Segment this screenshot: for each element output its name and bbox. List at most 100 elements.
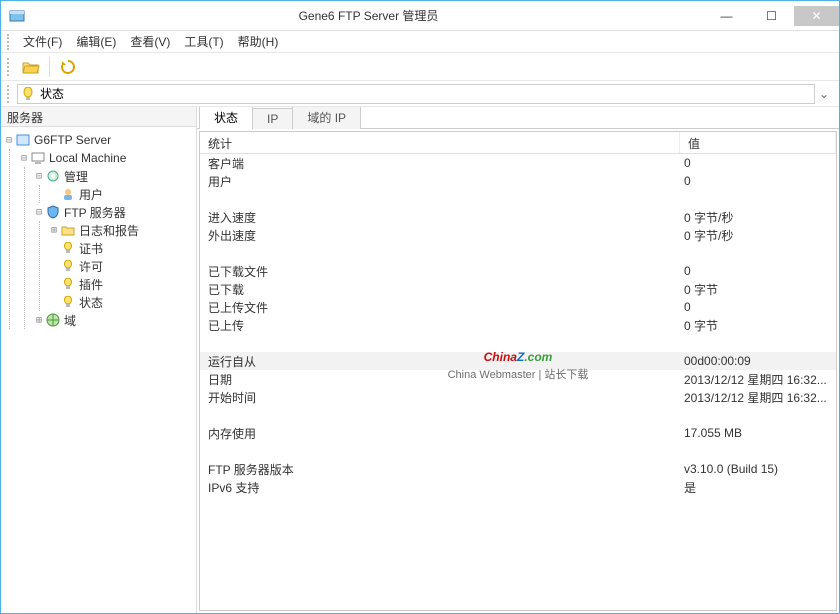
menubar: 文件(F) 编辑(E) 查看(V) 工具(T) 帮助(H) <box>1 31 839 53</box>
stat-key: 外出速度 <box>200 227 680 244</box>
list-row[interactable] <box>200 406 836 424</box>
menu-edit[interactable]: 编辑(E) <box>70 31 122 52</box>
menu-view[interactable]: 查看(V) <box>124 31 176 52</box>
expand-icon[interactable]: ⊟ <box>3 135 15 146</box>
tab-bar: 状态 IP 域的 IP <box>197 107 839 129</box>
list-row[interactable] <box>200 244 836 262</box>
stat-value: 0 字节/秒 <box>680 227 836 244</box>
menu-file[interactable]: 文件(F) <box>17 31 68 52</box>
toolbar-grip <box>7 58 11 76</box>
stat-key: 内存使用 <box>200 425 680 442</box>
server-tree: ⊟ G6FTP Server ⊟ Local Machine ⊟ 管理 <box>1 127 196 613</box>
titlebar: Gene6 FTP Server 管理员 — ☐ ✕ <box>1 1 839 31</box>
stat-value: 0 <box>680 264 836 278</box>
stat-value: 2013/12/12 星期四 16:32... <box>680 389 836 406</box>
globe-icon <box>45 312 61 328</box>
stat-value: 0 字节 <box>680 317 836 334</box>
list-row[interactable]: 日期2013/12/12 星期四 16:32... <box>200 370 836 388</box>
stat-value: 0 字节 <box>680 281 836 298</box>
tree-root[interactable]: ⊟ G6FTP Server <box>3 131 194 149</box>
tree-user[interactable]: 用户 <box>48 185 194 203</box>
stat-key: 已下载文件 <box>200 263 680 280</box>
stat-value: v3.10.0 (Build 15) <box>680 462 836 476</box>
tree-admin[interactable]: ⊟ 管理 <box>33 167 194 185</box>
stat-value: 0 <box>680 156 836 170</box>
addressbar-grip <box>7 85 11 103</box>
list-row[interactable]: FTP 服务器版本v3.10.0 (Build 15) <box>200 460 836 478</box>
list-row[interactable]: 已上传文件0 <box>200 298 836 316</box>
tree-plugin[interactable]: 插件 <box>48 275 194 293</box>
tree-license[interactable]: 许可 <box>48 257 194 275</box>
expand-icon[interactable]: ⊞ <box>48 225 60 236</box>
column-stat[interactable]: 统计 <box>200 132 680 153</box>
menu-help[interactable]: 帮助(H) <box>232 31 285 52</box>
stat-value: 2013/12/12 星期四 16:32... <box>680 371 836 388</box>
stat-key: FTP 服务器版本 <box>200 461 680 478</box>
stat-value: 0 <box>680 174 836 188</box>
list-row[interactable]: 已下载0 字节 <box>200 280 836 298</box>
toolbar-separator <box>49 57 50 77</box>
list-row[interactable]: 内存使用17.055 MB <box>200 424 836 442</box>
list-row[interactable]: 外出速度0 字节/秒 <box>200 226 836 244</box>
stat-value: 是 <box>680 479 836 496</box>
stat-key: 用户 <box>200 173 680 190</box>
main-body: 服务器 ⊟ G6FTP Server ⊟ Local Machine ⊟ <box>1 107 839 613</box>
expand-icon[interactable]: ⊟ <box>33 207 45 218</box>
computer-icon <box>30 150 46 166</box>
bulb-icon <box>60 258 76 274</box>
maximize-button[interactable]: ☐ <box>749 6 794 26</box>
stat-value: 00d00:00:09 <box>680 354 836 368</box>
list-row[interactable]: 用户0 <box>200 172 836 190</box>
expand-icon[interactable]: ⊟ <box>18 153 30 164</box>
list-row[interactable]: 运行自从00d00:00:09 <box>200 352 836 370</box>
tree-domain[interactable]: ⊞ 域 <box>33 311 194 329</box>
list-row[interactable]: 进入速度0 字节/秒 <box>200 208 836 226</box>
menu-tools[interactable]: 工具(T) <box>178 31 229 52</box>
list-row[interactable] <box>200 442 836 460</box>
bulb-icon <box>60 240 76 256</box>
stat-value: 0 字节/秒 <box>680 209 836 226</box>
shield-icon <box>45 204 61 220</box>
address-field[interactable]: 状态 <box>17 84 815 104</box>
list-row[interactable] <box>200 190 836 208</box>
list-row[interactable]: 已下载文件0 <box>200 262 836 280</box>
tab-ip[interactable]: IP <box>252 108 293 129</box>
address-dropdown-icon[interactable]: ⌄ <box>815 87 833 101</box>
tree-status[interactable]: 状态 <box>48 293 194 311</box>
tree-ftp-server[interactable]: ⊟ FTP 服务器 <box>33 203 194 221</box>
tree-cert[interactable]: 证书 <box>48 239 194 257</box>
tab-status[interactable]: 状态 <box>199 107 253 129</box>
bulb-icon <box>60 294 76 310</box>
list-row[interactable]: 已上传0 字节 <box>200 316 836 334</box>
bulb-icon <box>22 87 34 101</box>
server-icon <box>15 132 31 148</box>
tab-domain-ip[interactable]: 域的 IP <box>292 107 361 129</box>
user-icon <box>60 186 76 202</box>
menubar-grip <box>7 34 11 50</box>
close-button[interactable]: ✕ <box>794 6 839 26</box>
minimize-button[interactable]: — <box>704 6 749 26</box>
stat-key: 运行自从 <box>200 353 680 370</box>
open-folder-icon[interactable] <box>21 57 41 77</box>
window-controls: — ☐ ✕ <box>704 6 839 26</box>
addressbar: 状态 ⌄ <box>1 81 839 107</box>
column-value[interactable]: 值 <box>680 132 836 153</box>
stat-key: 进入速度 <box>200 209 680 226</box>
gear-icon <box>45 168 61 184</box>
server-tree-pane: 服务器 ⊟ G6FTP Server ⊟ Local Machine ⊟ <box>1 107 197 613</box>
tree-log[interactable]: ⊞ 日志和报告 <box>48 221 194 239</box>
expand-icon[interactable]: ⊞ <box>33 315 45 326</box>
stat-key: 已上传 <box>200 317 680 334</box>
list-row[interactable]: 开始时间2013/12/12 星期四 16:32... <box>200 388 836 406</box>
expand-icon[interactable]: ⊟ <box>33 171 45 182</box>
app-window: Gene6 FTP Server 管理员 — ☐ ✕ 文件(F) 编辑(E) 查… <box>0 0 840 614</box>
refresh-icon[interactable] <box>58 57 78 77</box>
stat-key: 日期 <box>200 371 680 388</box>
tree-local-machine[interactable]: ⊟ Local Machine <box>18 149 194 167</box>
list-row[interactable] <box>200 334 836 352</box>
list-row[interactable]: IPv6 支持是 <box>200 478 836 496</box>
stat-value: 0 <box>680 300 836 314</box>
stat-key: 开始时间 <box>200 389 680 406</box>
list-row[interactable]: 客户端0 <box>200 154 836 172</box>
address-text: 状态 <box>40 85 64 102</box>
